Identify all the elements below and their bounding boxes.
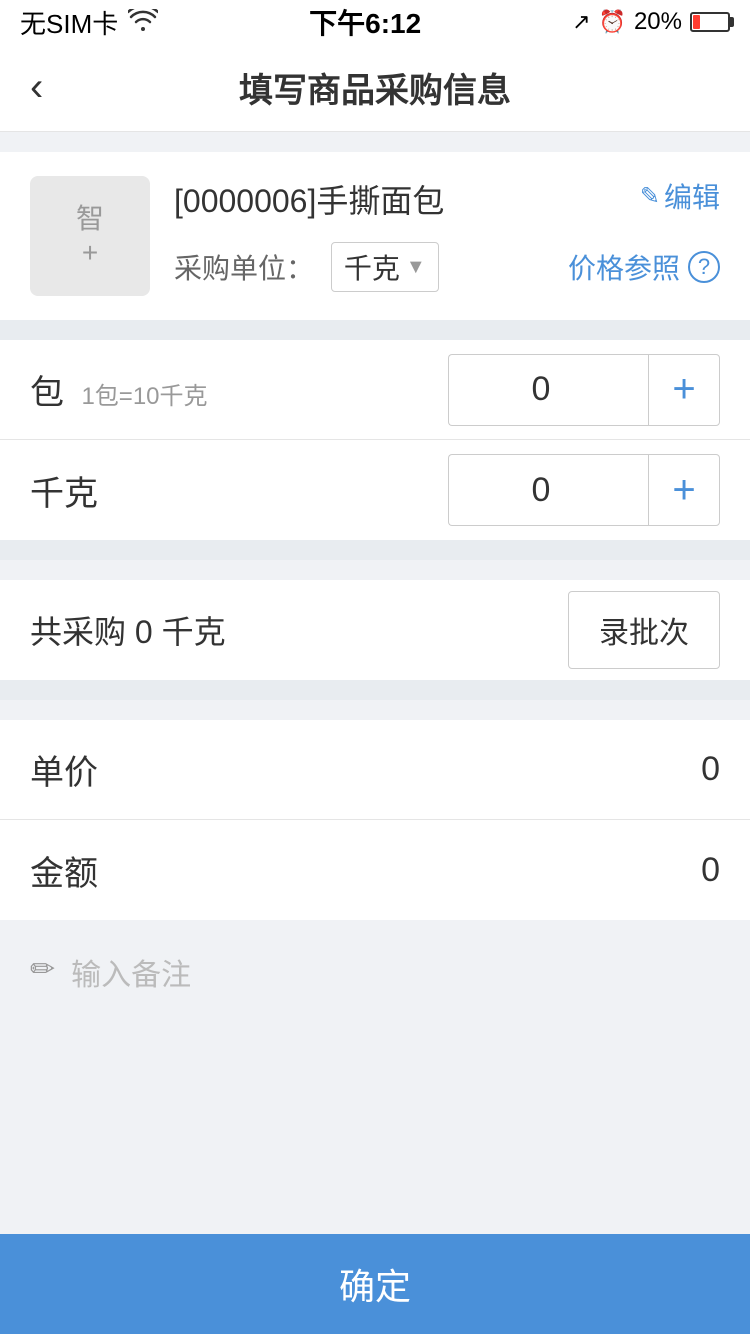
product-logo: 智 + [76, 202, 104, 269]
record-batch-button[interactable]: 录批次 [568, 591, 720, 669]
bag-label: 包 1包=10千克 [30, 365, 448, 414]
unit-price-value: 0 [701, 750, 720, 789]
unit-selector: 采购单位： 千克 ▼ [174, 242, 439, 292]
product-image: 智 + [30, 176, 150, 296]
amount-row: 金额 0 [0, 820, 750, 920]
nav-bar: ‹ 填写商品采购信息 [0, 44, 750, 132]
edit-label: 编辑 [664, 176, 720, 216]
price-info-section: 单价 0 金额 0 [0, 720, 750, 920]
bag-plus-button[interactable]: + [648, 354, 720, 426]
kg-qty-wrap: + [448, 454, 720, 526]
amount-value: 0 [701, 851, 720, 890]
kg-qty-input[interactable] [448, 454, 648, 526]
summary-section: 共采购 0 千克 录批次 [0, 580, 750, 680]
separator-2 [0, 540, 750, 560]
product-title: 手撕面包 [316, 183, 444, 219]
help-icon: ? [688, 251, 720, 283]
status-left: 无SIM卡 [20, 4, 158, 41]
location-icon: ↗ [572, 9, 590, 35]
chevron-down-icon: ▼ [406, 256, 426, 279]
bag-input-row: 包 1包=10千克 + [0, 340, 750, 440]
confirm-button-label: 确定 [339, 1258, 411, 1310]
separator-3 [0, 680, 750, 700]
price-ref-label: 价格参照 [568, 247, 680, 287]
edit-icon: ✎ [640, 182, 660, 211]
product-name: [0000006]手撕面包 [174, 176, 444, 222]
bag-sub: 1包=10千克 [81, 383, 207, 410]
page-title: 填写商品采购信息 [239, 63, 511, 112]
product-card: 智 + [0000006]手撕面包 ✎ 编辑 采购单位： 千克 ▼ [0, 152, 750, 320]
bag-qty-input[interactable] [448, 354, 648, 426]
kg-input-row: 千克 + [0, 440, 750, 540]
kg-label: 千克 [30, 466, 448, 515]
unit-price-row: 单价 0 [0, 720, 750, 820]
main-content: 无SIM卡 下午6:12 ↗ ⏰ 20% ‹ 填写商品采购信息 [0, 0, 750, 1220]
pencil-icon: ✏ [30, 952, 55, 987]
unit-value: 千克 [344, 247, 400, 287]
status-right: ↗ ⏰ 20% [572, 8, 730, 36]
battery-icon [690, 12, 730, 32]
product-meta: 采购单位： 千克 ▼ 价格参照 ? [174, 242, 720, 292]
kg-plus-button[interactable]: + [648, 454, 720, 526]
amount-label: 金额 [30, 846, 98, 895]
alarm-icon: ⏰ [599, 9, 626, 35]
product-header: [0000006]手撕面包 ✎ 编辑 [174, 176, 720, 222]
edit-button[interactable]: ✎ 编辑 [640, 176, 720, 216]
summary-text: 共采购 0 千克 [30, 607, 226, 653]
bag-qty-wrap: + [448, 354, 720, 426]
logo-line2: + [76, 236, 104, 270]
logo-line1: 智 [76, 202, 104, 236]
summary-row: 共采购 0 千克 录批次 [0, 580, 750, 680]
product-info: [0000006]手撕面包 ✎ 编辑 采购单位： 千克 ▼ 价格参照 ? [174, 176, 720, 292]
unit-select[interactable]: 千克 ▼ [331, 242, 439, 292]
status-bar: 无SIM卡 下午6:12 ↗ ⏰ 20% [0, 0, 750, 44]
status-time: 下午6:12 [309, 2, 421, 42]
unit-label: 采购单位： [174, 253, 314, 284]
confirm-bar[interactable]: 确定 [0, 1234, 750, 1334]
unit-price-label: 单价 [30, 745, 98, 794]
input-section: 包 1包=10千克 + 千克 + [0, 340, 750, 540]
battery-percent: 20% [634, 8, 682, 36]
separator-1 [0, 320, 750, 340]
back-button[interactable]: ‹ [20, 55, 53, 120]
carrier-text: 无SIM卡 [20, 4, 118, 41]
price-ref-link[interactable]: 价格参照 ? [568, 247, 720, 287]
note-placeholder: 输入备注 [71, 950, 191, 994]
note-section[interactable]: ✏ 输入备注 [0, 920, 750, 1120]
product-id: [0000006] [174, 183, 316, 219]
wifi-icon [128, 7, 158, 38]
